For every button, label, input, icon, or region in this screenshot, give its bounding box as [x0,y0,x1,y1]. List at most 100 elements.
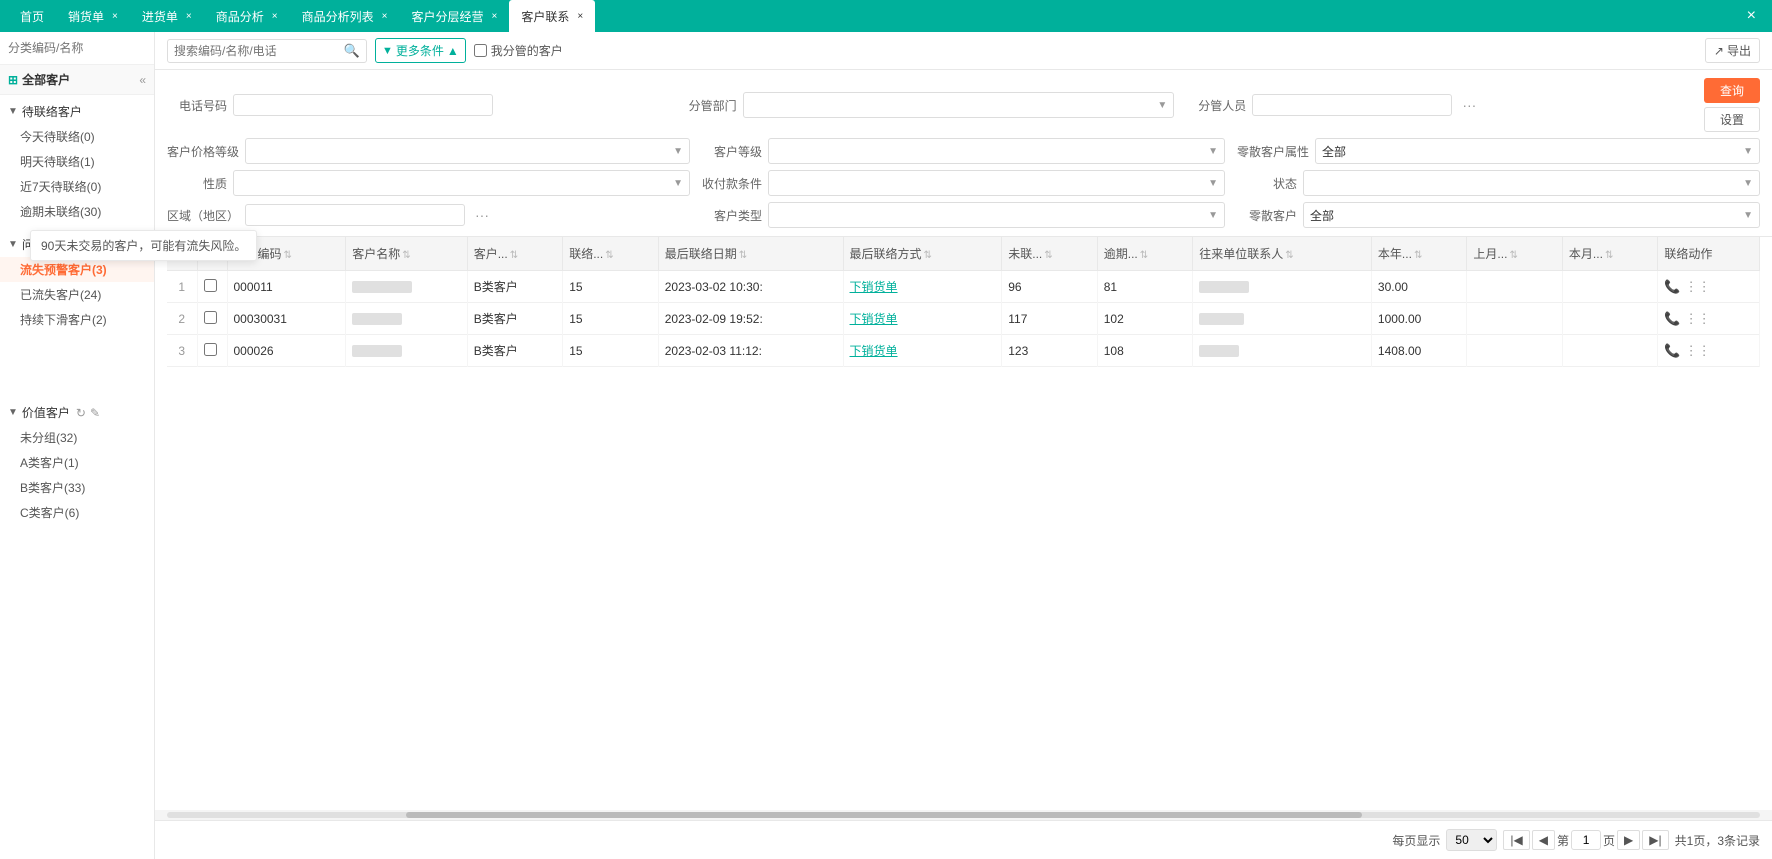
search-icon[interactable]: 🔍 [344,43,360,59]
row-check-0[interactable] [197,271,227,303]
filter-retail-select[interactable]: 全部 ▼ [1303,202,1760,228]
sidebar-item-ungrouped[interactable]: 未分组(32) [0,425,154,450]
sidebar-item-class-a[interactable]: A类客户(1) [0,450,154,475]
action-more-icon-2[interactable]: ⋮⋮ [1685,343,1711,359]
row-action-2[interactable]: 📞 ⋮⋮ [1658,335,1760,367]
sidebar-item-declining[interactable]: 持续下滑客户(2) [0,307,154,332]
manager-more-icon[interactable]: ··· [1458,97,1480,113]
nav-home[interactable]: 首页 [8,0,56,32]
action-contact-icon-2[interactable]: 📞 [1664,343,1680,359]
row-action-1[interactable]: 📞 ⋮⋮ [1658,303,1760,335]
filter-region-input[interactable] [245,204,465,226]
row-check-2[interactable] [197,335,227,367]
first-page-button[interactable]: |◀ [1503,830,1529,850]
row-name-0 [346,271,467,303]
sidebar-collapse-icon[interactable]: « [139,73,146,87]
horizontal-scrollbar[interactable] [155,810,1772,820]
prev-page-button[interactable]: ◀ [1532,830,1555,850]
row-action-0[interactable]: 📞 ⋮⋮ [1658,271,1760,303]
export-button[interactable]: ↗ 导出 [1705,38,1760,63]
refresh-icon[interactable]: ↻ [76,406,86,420]
sidebar-item-class-c[interactable]: C类客户(6) [0,500,154,525]
last-date-sort-icon[interactable]: ⇅ [739,250,747,261]
action-more-icon-0[interactable]: ⋮⋮ [1685,279,1711,295]
nav-sales[interactable]: 销货单 × [56,0,130,32]
row-checkbox-2[interactable] [204,343,217,356]
filter-gender-select[interactable]: ▼ [233,170,690,196]
filter-region-field: 区域（地区） ··· [167,204,690,226]
filter-status-select[interactable]: ▼ [1303,170,1760,196]
query-button[interactable]: 查询 [1704,78,1760,103]
sidebar-item-tomorrow[interactable]: 明天待联络(1) [0,149,154,174]
this-year-sort-icon[interactable]: ⇅ [1414,250,1422,261]
nav-analysis[interactable]: 商品分析 × [204,0,290,32]
contact-person-sort-icon[interactable]: ⇅ [1285,250,1293,261]
filter-retail-attr-select[interactable]: 全部 ▼ [1315,138,1760,164]
overdue-sort-icon[interactable]: ⇅ [1140,250,1148,261]
filter-manager-input[interactable] [1252,94,1452,116]
row-this-month-0 [1562,271,1658,303]
row-last-method-1[interactable]: 下销货单 [843,303,1002,335]
filter-price-select[interactable]: ▼ [245,138,690,164]
sidebar-search-input[interactable] [8,41,155,55]
page-number-input[interactable] [1571,830,1601,850]
close-purchase-icon[interactable]: × [186,11,192,22]
close-analysis-list-icon[interactable]: × [382,11,388,22]
row-overdue-2: 108 [1097,335,1193,367]
close-customer-tier-icon[interactable]: × [491,11,497,22]
name-sort-icon[interactable]: ⇅ [402,250,410,261]
sidebar-item-overdue[interactable]: 逾期未联络(30) [0,199,154,224]
scrollbar-thumb[interactable] [406,812,1362,818]
close-all-button[interactable]: × [1739,7,1764,25]
row-checkbox-0[interactable] [204,279,217,292]
filter-payment-select[interactable]: ▼ [768,170,1225,196]
sidebar-item-week[interactable]: 近7天待联络(0) [0,174,154,199]
filter-retail-attr-label: 零散客户属性 [1237,143,1309,160]
my-customer-checkbox[interactable] [474,44,487,57]
col-this-year: 本年...⇅ [1371,237,1467,271]
edit-icon[interactable]: ✎ [90,406,100,420]
last-month-sort-icon[interactable]: ⇅ [1509,250,1517,261]
this-month-sort-icon[interactable]: ⇅ [1605,250,1613,261]
sidebar-section-pending-header[interactable]: ▼ 待联络客户 [0,99,154,124]
type-sort-icon[interactable]: ⇅ [510,250,518,261]
per-page-select[interactable]: 50 100 200 [1446,829,1497,851]
contact-sort-icon[interactable]: ⇅ [605,250,613,261]
action-more-icon-1[interactable]: ⋮⋮ [1685,311,1711,327]
filter-dept-select[interactable]: ▼ [743,92,1175,118]
search-input[interactable] [174,44,340,58]
more-conditions-button[interactable]: ▼ 更多条件 ▲ [375,38,466,63]
code-sort-icon[interactable]: ⇅ [284,250,292,261]
page-label: 第 [1557,832,1569,849]
sidebar-item-today[interactable]: 今天待联络(0) [0,124,154,149]
page-suffix: 页 [1603,832,1615,849]
last-method-sort-icon[interactable]: ⇅ [924,250,932,261]
row-check-1[interactable] [197,303,227,335]
region-more-icon[interactable]: ··· [471,207,493,223]
close-analysis-icon[interactable]: × [272,11,278,22]
row-last-method-2[interactable]: 下销货单 [843,335,1002,367]
nav-purchase[interactable]: 进货单 × [130,0,204,32]
close-sales-icon[interactable]: × [112,11,118,22]
nav-customer-tier[interactable]: 客户分层经营 × [399,0,509,32]
sidebar-section-value-header[interactable]: ▼ 价值客户 ↻ ✎ [0,400,154,425]
nav-analysis-list[interactable]: 商品分析列表 × [290,0,400,32]
filter-level-select[interactable]: ▼ [768,138,1225,164]
filter-retail-attr-field: 零散客户属性 全部 ▼ [1237,138,1760,164]
sidebar-item-churned[interactable]: 已流失客户(24) [0,282,154,307]
row-last-method-0[interactable]: 下销货单 [843,271,1002,303]
action-contact-icon-1[interactable]: 📞 [1664,311,1680,327]
filter-ctype-select[interactable]: ▼ [768,202,1225,228]
not-contacted-sort-icon[interactable]: ⇅ [1044,250,1052,261]
filter-phone-input[interactable] [233,94,493,116]
settings-button[interactable]: 设置 [1704,107,1760,132]
nav-customer-contact[interactable]: 客户联系 × [509,0,595,32]
last-page-button[interactable]: ▶| [1642,830,1668,850]
close-customer-contact-icon[interactable]: × [577,11,583,22]
next-page-button[interactable]: ▶ [1617,830,1640,850]
sidebar-item-class-b[interactable]: B类客户(33) [0,475,154,500]
filter-retail-label: 零散客户 [1237,207,1297,224]
action-contact-icon-0[interactable]: 📞 [1664,279,1680,295]
status-arrow-icon: ▼ [1743,178,1753,189]
row-checkbox-1[interactable] [204,311,217,324]
